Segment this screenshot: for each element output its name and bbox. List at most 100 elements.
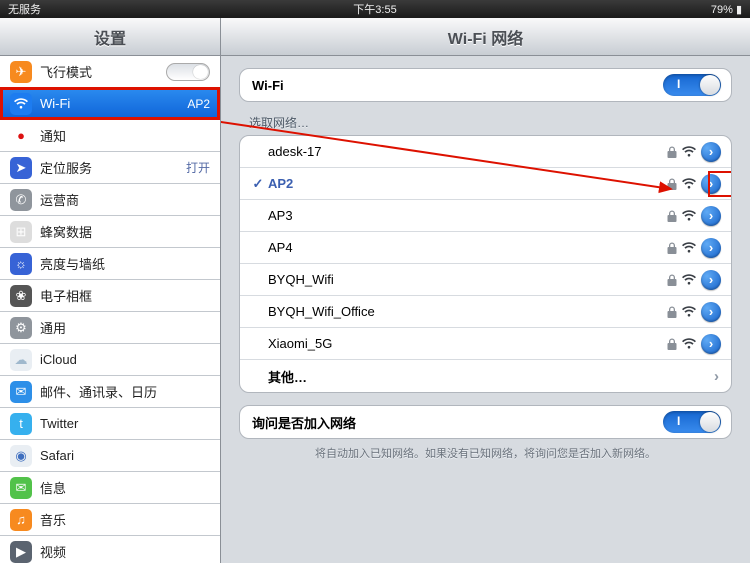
lock-icon bbox=[667, 178, 677, 190]
sidebar-item-信息[interactable]: ✉ 信息 bbox=[0, 472, 220, 504]
detail-disclosure-button[interactable]: › bbox=[701, 238, 721, 258]
notify-icon: ● bbox=[10, 125, 32, 147]
detail-disclosure-button[interactable]: › bbox=[701, 142, 721, 162]
messages-icon: ✉ bbox=[10, 477, 32, 499]
icloud-icon: ☁ bbox=[10, 349, 32, 371]
sidebar-item-通用[interactable]: ⚙ 通用 bbox=[0, 312, 220, 344]
sidebar-item-蜂窝数据[interactable]: ⊞ 蜂窝数据 bbox=[0, 216, 220, 248]
ask-to-join-row[interactable]: 询问是否加入网络 bbox=[240, 406, 731, 438]
airplane-icon: ✈ bbox=[10, 61, 32, 83]
network-row[interactable]: BYQH_Wifi › bbox=[240, 264, 731, 296]
detail-disclosure-button[interactable]: › bbox=[701, 206, 721, 226]
signal-icon bbox=[682, 146, 696, 157]
network-name: Xiaomi_5G bbox=[266, 336, 667, 351]
detail-pane: Wi-Fi 网络 Wi-Fi 选取网络… adesk-17›✓AP2›AP3›A… bbox=[221, 18, 750, 563]
network-row[interactable]: AP3› bbox=[240, 200, 731, 232]
sidebar-item-亮度与墙纸[interactable]: ☼ 亮度与墙纸 bbox=[0, 248, 220, 280]
carrier-icon: ✆ bbox=[10, 189, 32, 211]
wifi-icon bbox=[10, 93, 32, 115]
chevron-right-icon: › bbox=[712, 368, 721, 385]
sidebar-item-label: 通知 bbox=[40, 126, 210, 145]
lock-icon bbox=[667, 306, 677, 318]
twitter-icon: t bbox=[10, 413, 32, 435]
sidebar-item-label: 视频 bbox=[40, 542, 210, 561]
other-network-row[interactable]: 其他…› bbox=[240, 360, 731, 392]
sidebar-item-Twitter[interactable]: t Twitter bbox=[0, 408, 220, 440]
network-row[interactable]: BYQH_Wifi_Office › bbox=[240, 296, 731, 328]
lock-icon bbox=[667, 242, 677, 254]
sidebar-item-label: iCloud bbox=[40, 352, 210, 367]
sidebar-item-Safari[interactable]: ◉ Safari bbox=[0, 440, 220, 472]
network-row[interactable]: adesk-17 › bbox=[240, 136, 731, 168]
detail-disclosure-button[interactable]: › bbox=[701, 270, 721, 290]
sidebar-item-运营商[interactable]: ✆ 运营商 bbox=[0, 184, 220, 216]
sidebar-item-飞行模式[interactable]: ✈ 飞行模式 bbox=[0, 56, 220, 88]
general-icon: ⚙ bbox=[10, 317, 32, 339]
ask-to-join-toggle[interactable] bbox=[663, 411, 721, 433]
sidebar-menu: ✈ 飞行模式 Wi-Fi AP2 ● 通知 ➤定位服务打开 ✆ 运营商 ⊞ 蜂窝数据 ☼ 亮度与墙纸 ❀电… bbox=[0, 56, 220, 563]
wifi-master-toggle[interactable] bbox=[663, 74, 721, 96]
network-name: adesk-17 bbox=[266, 144, 667, 159]
sidebar-item-label: Twitter bbox=[40, 416, 210, 431]
sidebar-item-label: 信息 bbox=[40, 478, 210, 497]
sidebar-title: 设置 bbox=[0, 18, 220, 56]
detail-title: Wi-Fi 网络 bbox=[221, 18, 750, 56]
sidebar-item-通知[interactable]: ● 通知 bbox=[0, 120, 220, 152]
wifi-master-row[interactable]: Wi-Fi bbox=[240, 69, 731, 101]
signal-icon bbox=[682, 306, 696, 317]
settings-sidebar: 设置 ✈ 飞行模式 Wi-Fi AP2 ● 通知 ➤定位服务打开 ✆ 运营商 ⊞ 蜂窝数据 ☼ 亮度与墙… bbox=[0, 18, 221, 563]
sidebar-item-label: 蜂窝数据 bbox=[40, 222, 210, 241]
annotation-highlight bbox=[708, 171, 732, 197]
sidebar-item-音乐[interactable]: ♫音乐 bbox=[0, 504, 220, 536]
sidebar-item-label: 运营商 bbox=[40, 190, 210, 209]
mail-icon: ✉ bbox=[10, 381, 32, 403]
other-label: 其他… bbox=[266, 367, 712, 386]
sidebar-item-label: 电子相框 bbox=[40, 286, 210, 305]
detail-disclosure-button[interactable]: › bbox=[701, 302, 721, 322]
wifi-master-label: Wi-Fi bbox=[250, 78, 663, 93]
sidebar-item-label: 飞行模式 bbox=[40, 62, 166, 81]
location-icon: ➤ bbox=[10, 157, 32, 179]
airplane-toggle[interactable] bbox=[166, 63, 210, 81]
signal-icon bbox=[682, 178, 696, 189]
sidebar-item-label: 邮件、通讯录、日历 bbox=[40, 382, 210, 401]
checkmark-icon: ✓ bbox=[250, 176, 266, 192]
sidebar-item-定位服务[interactable]: ➤定位服务打开 bbox=[0, 152, 220, 184]
network-name: AP2 bbox=[266, 176, 667, 191]
video-icon: ▶ bbox=[10, 541, 32, 563]
cellular-icon: ⊞ bbox=[10, 221, 32, 243]
network-row[interactable]: ✓AP2› bbox=[240, 168, 731, 200]
sidebar-item-电子相框[interactable]: ❀电子相框 bbox=[0, 280, 220, 312]
brightness-icon: ☼ bbox=[10, 253, 32, 275]
signal-icon bbox=[682, 274, 696, 285]
safari-icon: ◉ bbox=[10, 445, 32, 467]
network-row[interactable]: AP4 › bbox=[240, 232, 731, 264]
sidebar-item-label: 通用 bbox=[40, 318, 210, 337]
status-left: 无服务 bbox=[8, 1, 41, 17]
detail-content: Wi-Fi 选取网络… adesk-17›✓AP2›AP3›AP4›BYQH_W… bbox=[221, 56, 750, 563]
lock-icon bbox=[667, 210, 677, 222]
sidebar-item-label: 亮度与墙纸 bbox=[40, 254, 210, 273]
sidebar-item-label: Safari bbox=[40, 448, 210, 463]
detail-disclosure-button[interactable]: › bbox=[701, 334, 721, 354]
lock-icon bbox=[667, 338, 677, 350]
sidebar-item-value: 打开 bbox=[186, 159, 210, 176]
network-name: BYQH_Wifi bbox=[266, 272, 667, 287]
lock-icon bbox=[667, 274, 677, 286]
sidebar-item-Wi-Fi[interactable]: Wi-Fi AP2 bbox=[0, 88, 220, 120]
ask-to-join-note: 将自动加入已知网络。如果没有已知网络，将询问您是否加入新网络。 bbox=[239, 439, 732, 461]
sidebar-item-邮件、通讯录、日历[interactable]: ✉ 邮件、通讯录、日历 bbox=[0, 376, 220, 408]
battery-icon: ▮ bbox=[736, 4, 742, 16]
sidebar-item-iCloud[interactable]: ☁ iCloud bbox=[0, 344, 220, 376]
signal-icon bbox=[682, 338, 696, 349]
network-name: AP4 bbox=[266, 240, 667, 255]
status-time: 下午3:55 bbox=[353, 1, 396, 17]
sidebar-item-视频[interactable]: ▶ 视频 bbox=[0, 536, 220, 563]
sidebar-item-label: Wi-Fi bbox=[40, 96, 183, 111]
sidebar-item-value: AP2 bbox=[187, 97, 210, 111]
network-name: BYQH_Wifi_Office bbox=[266, 304, 667, 319]
network-row[interactable]: Xiaomi_5G › bbox=[240, 328, 731, 360]
sidebar-item-label: 音乐 bbox=[40, 510, 210, 529]
ask-to-join-label: 询问是否加入网络 bbox=[250, 413, 663, 432]
choose-network-header: 选取网络… bbox=[239, 114, 732, 135]
